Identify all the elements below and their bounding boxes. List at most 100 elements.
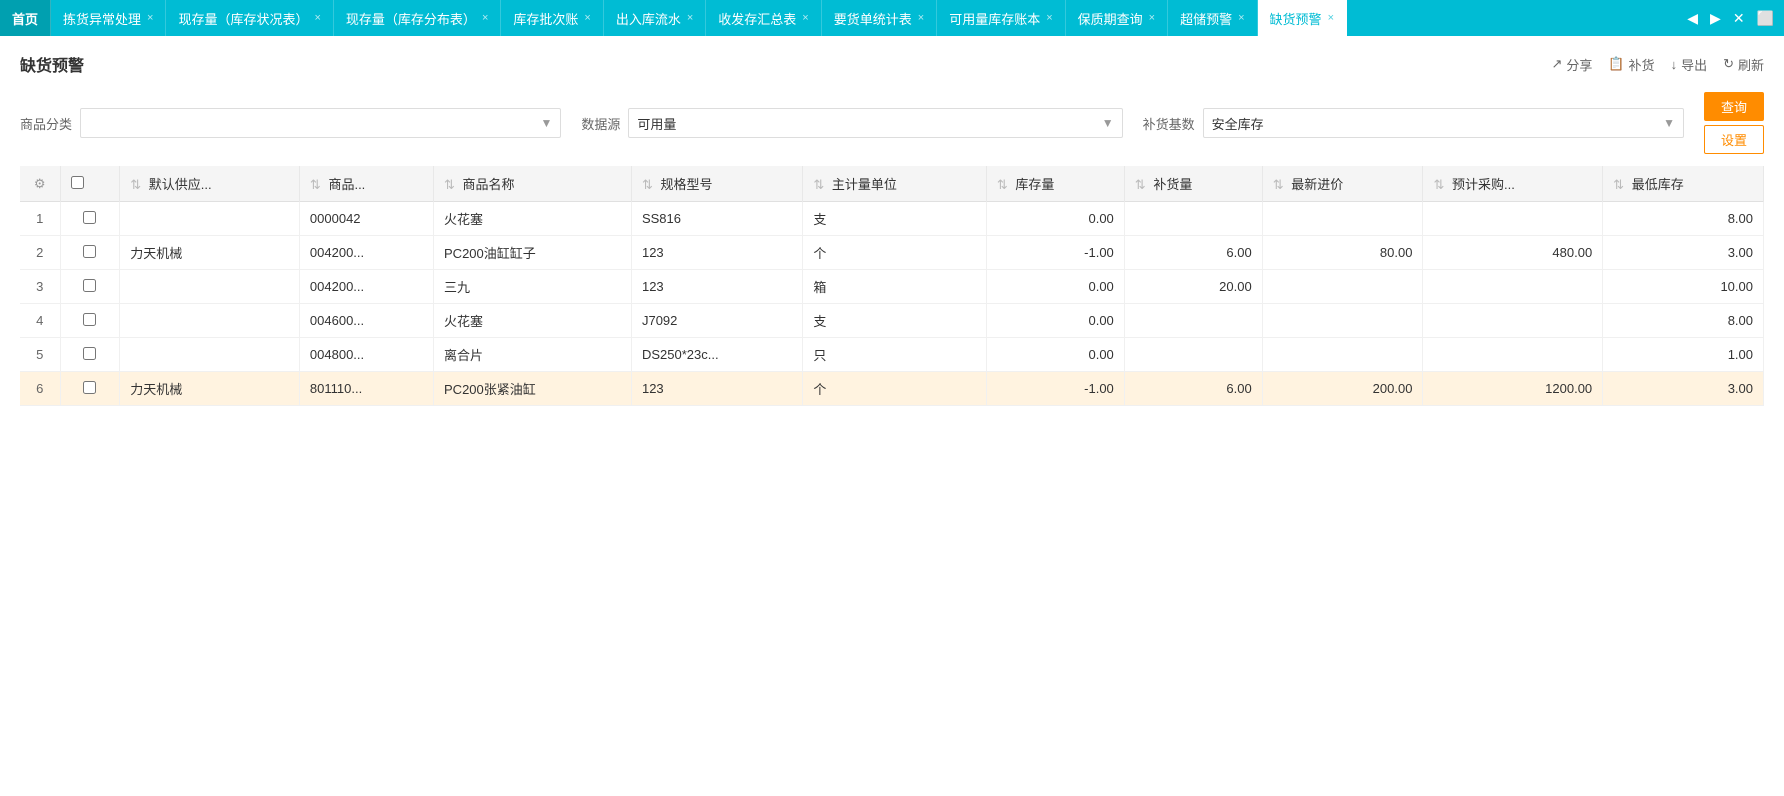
row-checkbox[interactable] [83, 381, 96, 394]
cell-product-code: 004200... [299, 236, 433, 270]
sort-stock-qty-icon: ⇅ [997, 177, 1008, 192]
cell-stock-qty: 0.00 [986, 270, 1124, 304]
share-icon: ↗ [1551, 56, 1562, 72]
tab-abnormal[interactable]: 拣货异常处理 × [51, 0, 166, 36]
tab-expiry-query[interactable]: 保质期查询 × [1066, 0, 1168, 36]
datasource-select[interactable]: 可用量 ▼ [628, 108, 1122, 138]
table-row: 4004600...火花塞J7092支0.008.00 [20, 304, 1764, 338]
close-tab-stock-dist[interactable]: × [482, 12, 488, 24]
cell-product-code: 004200... [299, 270, 433, 304]
category-filter-label: 商品分类 [20, 114, 72, 133]
nav-prev-button[interactable]: ◀ [1681, 6, 1704, 31]
th-est-purchase[interactable]: ⇅ 预计采购... [1423, 166, 1603, 202]
row-checkbox[interactable] [83, 347, 96, 360]
settings-button[interactable]: 设置 [1704, 125, 1764, 154]
cell-default-supplier: 力天机械 [120, 236, 300, 270]
th-checkbox [60, 166, 120, 202]
th-product-code[interactable]: ⇅ 商品... [299, 166, 433, 202]
tab-available-ledger[interactable]: 可用量库存账本 × [937, 0, 1065, 36]
datasource-filter-group: 数据源 可用量 ▼ [581, 108, 1122, 138]
nav-next-button[interactable]: ▶ [1704, 6, 1727, 31]
tab-inout-flow[interactable]: 出入库流水 × [604, 0, 706, 36]
header-actions: ↗ 分享 📋 补货 ↓ 导出 ↻ 刷新 [1551, 55, 1764, 74]
cell-est-purchase [1423, 202, 1603, 236]
th-latest-price[interactable]: ⇅ 最新进价 [1262, 166, 1423, 202]
cell-spec: DS250*23c... [631, 338, 802, 372]
cell-stock-qty: -1.00 [986, 372, 1124, 406]
close-tab-stock-status[interactable]: × [314, 12, 320, 24]
nav-maximize-button[interactable]: ⬜ [1751, 6, 1780, 31]
nav-close-button[interactable]: ✕ [1727, 6, 1751, 31]
replenish-base-select[interactable]: 安全库存 ▼ [1203, 108, 1684, 138]
query-button[interactable]: 查询 [1704, 92, 1764, 121]
replenish-button[interactable]: 📋 补货 [1608, 55, 1654, 74]
row-checkbox[interactable] [83, 279, 96, 292]
tab-shortage[interactable]: 缺货预警 × [1258, 0, 1347, 36]
row-checkbox-cell [60, 202, 120, 236]
cell-product-code: 801110... [299, 372, 433, 406]
tab-demand-stat[interactable]: 要货单统计表 × [822, 0, 937, 36]
row-checkbox[interactable] [83, 313, 96, 326]
datasource-select-value: 可用量 [637, 114, 676, 133]
cell-replenish-qty [1124, 304, 1262, 338]
export-button[interactable]: ↓ 导出 [1671, 55, 1708, 74]
close-tab-inout-flow[interactable]: × [687, 12, 693, 24]
th-stock-qty[interactable]: ⇅ 库存量 [986, 166, 1124, 202]
cell-est-purchase [1423, 270, 1603, 304]
close-tab-shortage[interactable]: × [1328, 12, 1334, 24]
row-checkbox-cell [60, 304, 120, 338]
cell-min-stock: 1.00 [1603, 338, 1764, 372]
cell-default-supplier [120, 304, 300, 338]
th-replenish-qty[interactable]: ⇅ 补货量 [1124, 166, 1262, 202]
cell-unit: 箱 [803, 270, 987, 304]
settings-gear-icon[interactable]: ⚙ [34, 176, 46, 191]
th-settings[interactable]: ⚙ [20, 166, 60, 202]
tab-stock-dist[interactable]: 现存量（库存分布表） × [334, 0, 501, 36]
tab-batch-account[interactable]: 库存批次账 × [501, 0, 603, 36]
cell-unit: 支 [803, 202, 987, 236]
cell-latest-price [1262, 202, 1423, 236]
cell-latest-price [1262, 270, 1423, 304]
cell-product-name: PC200油缸缸子 [434, 236, 632, 270]
row-number: 6 [20, 372, 60, 406]
replenish-icon: 📋 [1608, 56, 1624, 72]
cell-product-code: 004800... [299, 338, 433, 372]
share-label: 分享 [1566, 55, 1592, 74]
tab-overstock[interactable]: 超储预警 × [1168, 0, 1257, 36]
close-tab-expiry-query[interactable]: × [1149, 12, 1155, 24]
export-icon: ↓ [1671, 57, 1678, 72]
row-checkbox[interactable] [83, 245, 96, 258]
category-filter-group: 商品分类 ▼ [20, 108, 561, 138]
cell-stock-qty: 0.00 [986, 304, 1124, 338]
tab-demand-stat-label: 要货单统计表 [834, 9, 912, 28]
replenish-base-dropdown-icon: ▼ [1663, 116, 1675, 130]
close-tab-collect-summary[interactable]: × [802, 12, 808, 24]
sort-latest-price-icon: ⇅ [1273, 177, 1284, 192]
row-checkbox[interactable] [83, 211, 96, 224]
cell-unit: 支 [803, 304, 987, 338]
refresh-button[interactable]: ↻ 刷新 [1723, 55, 1764, 74]
filter-actions: 查询 设置 [1704, 92, 1764, 154]
cell-min-stock: 8.00 [1603, 304, 1764, 338]
tab-stock-status-label: 现存量（库存状况表） [178, 9, 308, 28]
close-tab-demand-stat[interactable]: × [918, 12, 924, 24]
tab-stock-status[interactable]: 现存量（库存状况表） × [166, 0, 333, 36]
category-select[interactable]: ▼ [80, 108, 561, 138]
cell-product-name: 离合片 [434, 338, 632, 372]
th-product-name[interactable]: ⇅ 商品名称 [434, 166, 632, 202]
th-default-supplier[interactable]: ⇅ 默认供应... [120, 166, 300, 202]
th-unit[interactable]: ⇅ 主计量单位 [803, 166, 987, 202]
close-tab-batch-account[interactable]: × [584, 12, 590, 24]
cell-stock-qty: 0.00 [986, 338, 1124, 372]
th-min-stock[interactable]: ⇅ 最低库存 [1603, 166, 1764, 202]
close-tab-abnormal[interactable]: × [147, 12, 153, 24]
share-button[interactable]: ↗ 分享 [1551, 55, 1592, 74]
tab-collect-summary[interactable]: 收发存汇总表 × [706, 0, 821, 36]
datasource-filter-label: 数据源 [581, 114, 620, 133]
close-tab-overstock[interactable]: × [1238, 12, 1244, 24]
tab-home-label: 首页 [12, 9, 38, 28]
th-spec[interactable]: ⇅ 规格型号 [631, 166, 802, 202]
select-all-checkbox[interactable] [71, 176, 84, 189]
tab-home[interactable]: 首页 [0, 0, 51, 36]
close-tab-available-ledger[interactable]: × [1046, 12, 1052, 24]
